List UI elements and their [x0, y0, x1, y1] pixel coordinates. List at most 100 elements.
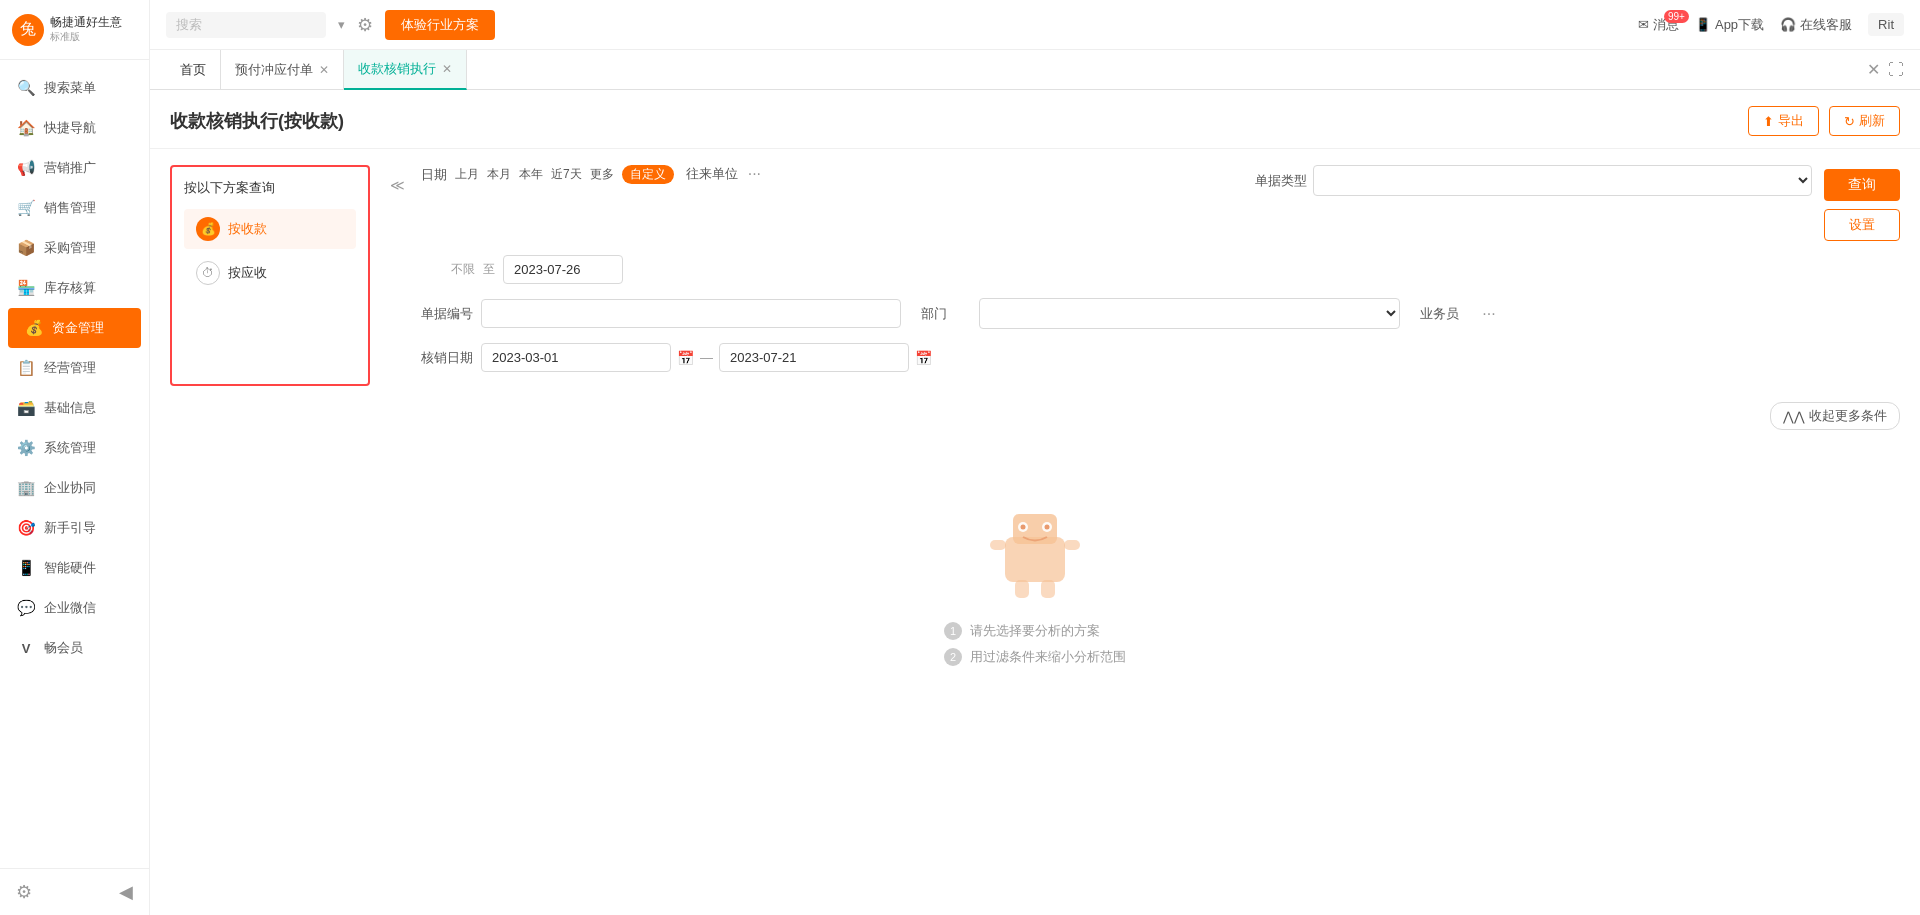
filter-option-by-receivable[interactable]: ⏱ 按应收 — [184, 253, 356, 293]
writeoff-start-cal-icon[interactable]: 📅 — [677, 350, 694, 366]
sidebar-item-quick-nav[interactable]: 🏠 快捷导航 — [0, 108, 149, 148]
date-end-input[interactable] — [503, 255, 623, 284]
staff-select-btn[interactable]: ··· — [1478, 305, 1499, 323]
tip-num-2: 2 — [944, 648, 962, 666]
sidebar-item-label: 资金管理 — [52, 319, 104, 337]
shortcut-more[interactable]: 更多 — [590, 166, 614, 183]
writeoff-date-end-input[interactable] — [719, 343, 909, 372]
sidebar-item-sales[interactable]: 🛒 销售管理 — [0, 188, 149, 228]
sidebar-item-marketing[interactable]: 📢 营销推广 — [0, 148, 149, 188]
collapse-more-button[interactable]: ⋀⋀ 收起更多条件 — [1770, 402, 1900, 430]
date-to-label: 至 — [483, 261, 495, 278]
filter-panel-collapse-icon[interactable]: ≪ — [390, 177, 405, 193]
app-icon: 📱 — [1695, 17, 1711, 32]
sidebar-item-finance[interactable]: 💰 资金管理 — [8, 308, 141, 348]
sidebar-item-search[interactable]: 🔍 搜索菜单 — [0, 68, 149, 108]
logo-icon: 兔 — [12, 14, 44, 46]
tab-prepay[interactable]: 预付冲应付单 ✕ — [221, 50, 344, 90]
sidebar-item-label: 系统管理 — [44, 439, 96, 457]
doc-type-field: 单据类型 — [1255, 165, 1812, 196]
staff-field: 业务员 ··· — [1420, 305, 1900, 323]
message-button[interactable]: ✉ 消息 99+ — [1638, 16, 1679, 34]
shortcut-custom[interactable]: 自定义 — [622, 165, 674, 184]
sidebar-item-enterprise[interactable]: 🏢 企业协同 — [0, 468, 149, 508]
date-unlimit-label: 不限 — [451, 261, 475, 278]
doc-no-input[interactable] — [481, 299, 901, 328]
sidebar-item-label: 库存核算 — [44, 279, 96, 297]
writeoff-end-cal-icon[interactable]: 📅 — [915, 350, 932, 366]
tip-num-1: 1 — [944, 622, 962, 640]
topbar-gear-icon[interactable]: ⚙ — [357, 14, 373, 36]
topbar: 搜索 ▾ ⚙ 体验行业方案 ✉ 消息 99+ 📱 App下载 🎧 在线客服 Ri… — [150, 0, 1920, 50]
export-label: 导出 — [1778, 112, 1804, 130]
refresh-button[interactable]: ↻ 刷新 — [1829, 106, 1900, 136]
tab-home-label: 首页 — [180, 61, 206, 79]
member-icon: V — [16, 638, 36, 658]
dept-field: 部门 — [921, 298, 1401, 329]
sidebar-item-hardware[interactable]: 📱 智能硬件 — [0, 548, 149, 588]
tab-prepay-label: 预付冲应付单 — [235, 61, 313, 79]
writeoff-date-start-input[interactable] — [481, 343, 671, 372]
refresh-icon: ↻ — [1844, 114, 1855, 129]
sidebar-item-label: 企业微信 — [44, 599, 96, 617]
topbar-left: 搜索 ▾ ⚙ 体验行业方案 — [166, 10, 1638, 40]
settings-icon[interactable]: ⚙ — [16, 881, 32, 903]
doc-type-select[interactable] — [1313, 165, 1812, 196]
tab-receipt-writeoff-close-icon[interactable]: ✕ — [442, 62, 452, 76]
sidebar-item-inventory[interactable]: 🏪 库存核算 — [0, 268, 149, 308]
empty-tips: 1 请先选择要分析的方案 2 用过滤条件来缩小分析范围 — [944, 622, 1126, 666]
solution-button[interactable]: 体验行业方案 — [385, 10, 495, 40]
inventory-icon: 🏪 — [16, 278, 36, 298]
shortcut-7days[interactable]: 近7天 — [551, 166, 582, 183]
dropdown-arrow-icon[interactable]: ▾ — [338, 17, 345, 32]
page-actions: ⬆ 导出 ↻ 刷新 — [1748, 106, 1900, 136]
marketing-icon: 📢 — [16, 158, 36, 178]
sidebar-item-label: 畅会员 — [44, 639, 83, 657]
collapse-sidebar-icon[interactable]: ◀ — [119, 881, 133, 903]
export-button[interactable]: ⬆ 导出 — [1748, 106, 1819, 136]
shortcut-this-year[interactable]: 本年 — [519, 166, 543, 183]
counterpart-select-btn[interactable]: ··· — [744, 165, 765, 183]
query-button[interactable]: 查询 — [1824, 169, 1900, 201]
setting-button[interactable]: 设置 — [1824, 209, 1900, 241]
user-profile-button[interactable]: Rit — [1868, 13, 1904, 36]
sidebar-item-system[interactable]: ⚙️ 系统管理 — [0, 428, 149, 468]
tab-prepay-close-icon[interactable]: ✕ — [319, 63, 329, 77]
maximize-tab-icon[interactable]: ⛶ — [1888, 61, 1904, 79]
sidebar-item-purchase[interactable]: 📦 采购管理 — [0, 228, 149, 268]
topbar-search-box[interactable]: 搜索 — [166, 12, 326, 38]
tab-receipt-writeoff[interactable]: 收款核销执行 ✕ — [344, 50, 467, 90]
close-tab-icon[interactable]: ✕ — [1867, 60, 1880, 79]
empty-illustration — [985, 502, 1085, 602]
date-range-row: 不限 至 — [451, 255, 1900, 284]
sidebar-footer: ⚙ ◀ — [0, 868, 149, 915]
sidebar-item-operations[interactable]: 📋 经营管理 — [0, 348, 149, 388]
sidebar-item-wechat[interactable]: 💬 企业微信 — [0, 588, 149, 628]
dept-select[interactable] — [979, 298, 1401, 329]
tip-text-1: 请先选择要分析的方案 — [970, 622, 1100, 640]
sidebar-item-guide[interactable]: 🎯 新手引导 — [0, 508, 149, 548]
svg-point-4 — [1021, 525, 1026, 530]
tab-home[interactable]: 首页 — [166, 50, 221, 90]
date-label: 日期 — [421, 166, 447, 184]
export-icon: ⬆ — [1763, 114, 1774, 129]
finance-icon: 💰 — [24, 318, 44, 338]
by-receivable-icon: ⏱ — [196, 261, 220, 285]
service-label: 在线客服 — [1800, 16, 1852, 34]
page-content: 收款核销执行(按收款) ⬆ 导出 ↻ 刷新 按以下方案查询 — [150, 90, 1920, 915]
app-download-button[interactable]: 📱 App下载 — [1695, 16, 1764, 34]
counterpart-label: 往来单位 — [686, 165, 738, 183]
filter-area: 按以下方案查询 💰 按收款 ⏱ 按应收 ≪ — [150, 149, 1920, 402]
app-name: 畅捷通好生意 — [50, 15, 122, 31]
shortcut-this-month[interactable]: 本月 — [487, 166, 511, 183]
sidebar-item-member[interactable]: V 畅会员 — [0, 628, 149, 668]
tab-actions: ✕ ⛶ — [1867, 60, 1920, 79]
enterprise-icon: 🏢 — [16, 478, 36, 498]
by-receipt-label: 按收款 — [228, 220, 267, 238]
collapse-up-icon: ⋀⋀ — [1783, 409, 1805, 424]
app-label: App下载 — [1715, 16, 1764, 34]
filter-option-by-receipt[interactable]: 💰 按收款 — [184, 209, 356, 249]
shortcut-last-month[interactable]: 上月 — [455, 166, 479, 183]
online-service-button[interactable]: 🎧 在线客服 — [1780, 16, 1852, 34]
sidebar-item-basic-info[interactable]: 🗃️ 基础信息 — [0, 388, 149, 428]
